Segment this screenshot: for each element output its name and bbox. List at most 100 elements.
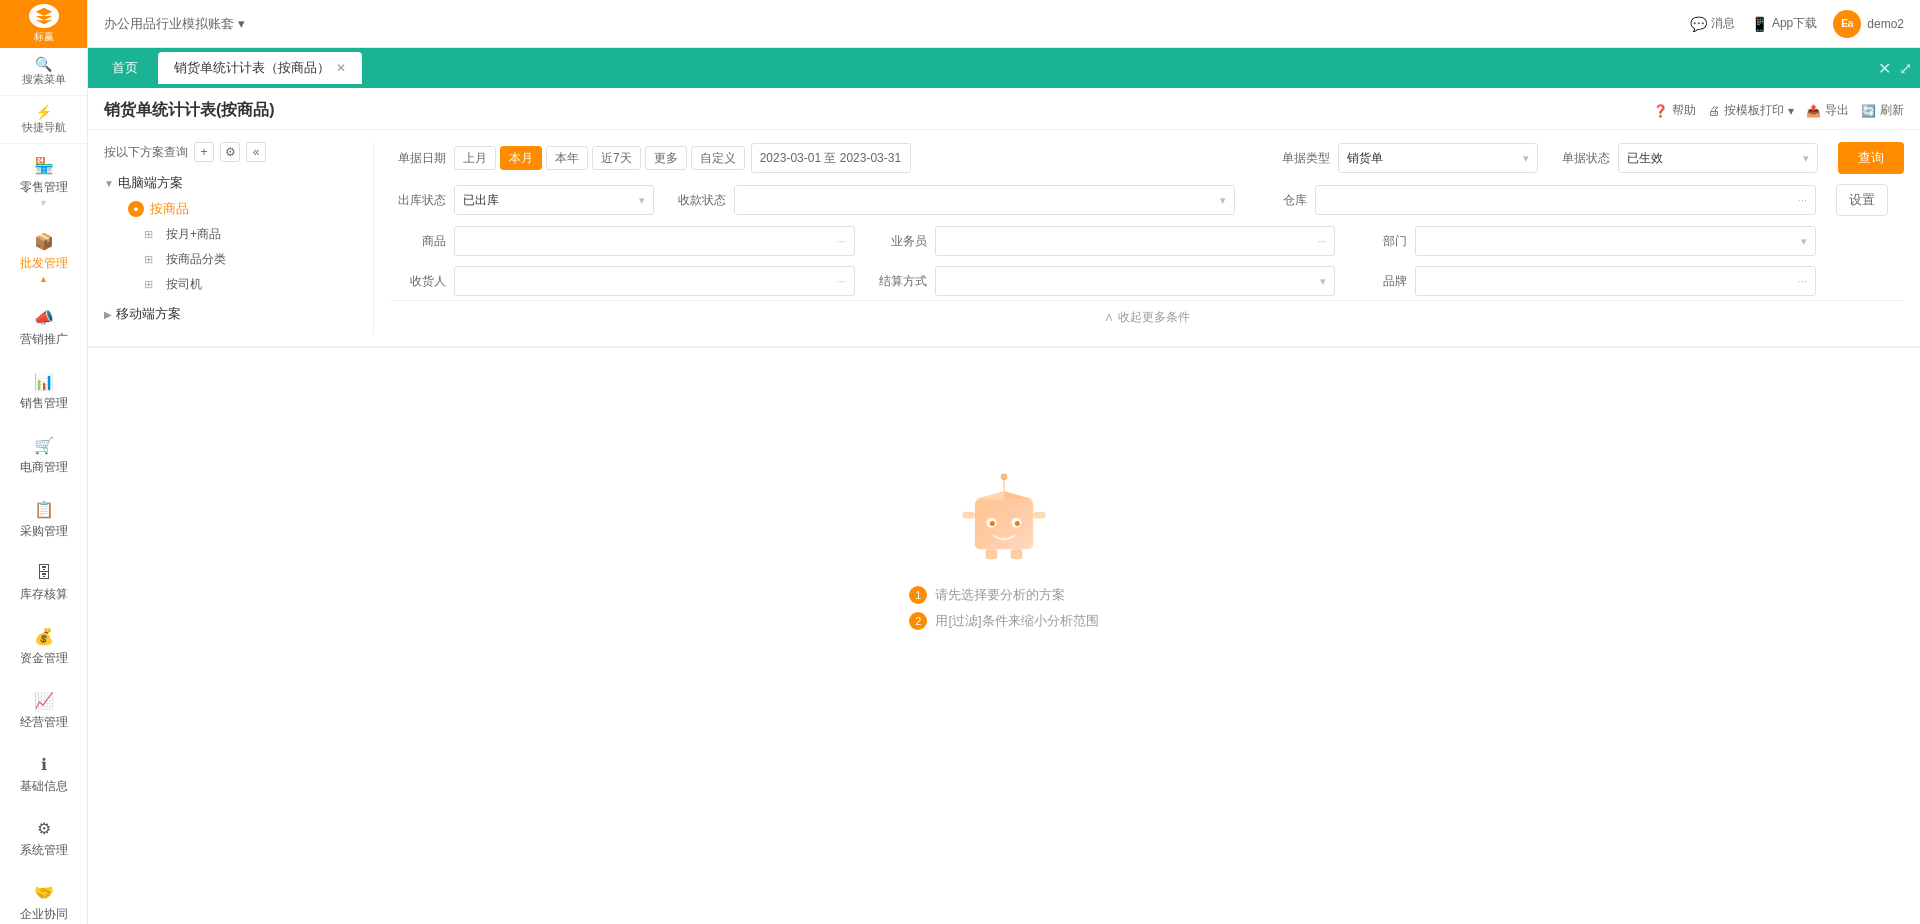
scheme-settings-btn[interactable]: ⚙: [220, 142, 240, 162]
sidebar-item-operation[interactable]: 📈 经营管理: [0, 679, 87, 743]
tab-close-stats[interactable]: ✕: [336, 61, 346, 75]
refresh-icon: 🔄: [1861, 104, 1876, 118]
message-icon: 💬: [1690, 16, 1707, 32]
doc-type-input[interactable]: 销货单 ▾: [1338, 143, 1538, 173]
scheme-tree: ▼ 电脑端方案 ● 按商品 ⊞ 按月+商品 ⊞: [104, 170, 361, 327]
tab-maximize-btn[interactable]: ⤢: [1899, 59, 1912, 78]
doc-status-dropdown-icon: ▾: [1803, 152, 1809, 165]
salesperson-more-icon: ···: [1317, 235, 1326, 247]
sales-icon: 📊: [34, 372, 54, 391]
subitem-icon-1: ⊞: [144, 228, 160, 241]
logo-text: 标赢: [34, 30, 54, 44]
filter-fields-panel: 单据日期 上月 本月 本年 近7天 更多 自定义 2023-: [374, 142, 1904, 334]
svg-rect-5: [986, 549, 998, 559]
tab-close-window-btn[interactable]: ✕: [1878, 59, 1891, 78]
scheme-item-by-driver[interactable]: ⊞ 按司机: [104, 272, 361, 297]
sidebar-item-retail[interactable]: 🏪 零售管理 ▼: [0, 144, 87, 220]
filter-row-2: 出库状态 已出库 ▾ 收款状态 ▾ 仓库 ···: [390, 184, 1904, 216]
scheme-group-mobile: ▶ 移动端方案: [104, 301, 361, 327]
page-content: 销货单统计计表(按商品) ❓ 帮助 🖨 按模板打印 ▾ 📤 导出 🔄 刷新: [88, 88, 1920, 924]
date-shortcuts: 上月 本月 本年 近7天 更多 自定义: [454, 146, 745, 170]
industry-title: 办公用品行业模拟账套 ▾: [104, 15, 245, 33]
tabbar: 首页 销货单统计计表（按商品） ✕ ✕ ⤢: [88, 48, 1920, 88]
receipt-status-label: 收款状态: [670, 192, 726, 209]
empty-tips: 1 请先选择要分析的方案 2 用[过滤]条件来缩小分析范围: [909, 586, 1098, 630]
scheme-item-by-month-product[interactable]: ⊞ 按月+商品: [104, 222, 361, 247]
sidebar-item-purchase[interactable]: 📋 采购管理: [0, 488, 87, 552]
settlement-input[interactable]: ▾: [935, 266, 1336, 296]
warehouse-label: 仓库: [1251, 192, 1307, 209]
page-actions: ❓ 帮助 🖨 按模板打印 ▾ 📤 导出 🔄 刷新: [1653, 102, 1904, 119]
tip-num-1: 1: [909, 586, 927, 604]
collab-icon: 🤝: [34, 883, 54, 902]
sidebar-item-marketing[interactable]: 📣 营销推广: [0, 296, 87, 360]
tab-home[interactable]: 首页: [96, 52, 154, 84]
warehouse-input[interactable]: ···: [1315, 185, 1816, 215]
empty-tip-1: 1 请先选择要分析的方案: [909, 586, 1098, 604]
sidebar-item-inventory[interactable]: 🗄 库存核算: [0, 552, 87, 615]
sidebar-search-menu[interactable]: 🔍 搜索菜单: [0, 48, 87, 96]
user-profile-btn[interactable]: Ea demo2: [1833, 10, 1904, 38]
mobile-group-caret: ▶: [104, 309, 112, 320]
export-icon: 📤: [1806, 104, 1821, 118]
sidebar-quick-nav[interactable]: ⚡ 快捷导航: [0, 96, 87, 144]
print-btn[interactable]: 🖨 按模板打印 ▾: [1708, 102, 1794, 119]
messages-btn[interactable]: 💬 消息: [1690, 15, 1735, 32]
svg-point-10: [1001, 474, 1008, 481]
out-status-input[interactable]: 已出库 ▾: [454, 185, 654, 215]
settings-btn[interactable]: 设置: [1836, 184, 1888, 216]
salesperson-label: 业务员: [871, 233, 927, 250]
date-value[interactable]: 2023-03-01 至 2023-03-31: [751, 143, 911, 173]
scheme-group-pc-header[interactable]: ▼ 电脑端方案: [104, 170, 361, 196]
collapse-conditions-btn[interactable]: ∧ 收起更多条件: [390, 300, 1904, 334]
date-shortcut-7days[interactable]: 近7天: [592, 146, 641, 170]
topbar: 办公用品行业模拟账套 ▾ 💬 消息 📱 App下载 Ea demo2: [88, 0, 1920, 48]
doc-status-input[interactable]: 已生效 ▾: [1618, 143, 1818, 173]
sidebar-item-wholesale[interactable]: 📦 批发管理 ▲: [0, 220, 87, 296]
refresh-btn[interactable]: 🔄 刷新: [1861, 102, 1904, 119]
scheme-group-mobile-header[interactable]: ▶ 移动端方案: [104, 301, 361, 327]
out-status-label: 出库状态: [390, 192, 446, 209]
date-shortcut-more[interactable]: 更多: [645, 146, 687, 170]
pc-group-caret: ▼: [104, 178, 114, 189]
date-shortcut-this-month[interactable]: 本月: [500, 146, 542, 170]
svg-rect-0: [975, 499, 1033, 549]
date-shortcut-last-month[interactable]: 上月: [454, 146, 496, 170]
receipt-status-input[interactable]: ▾: [734, 185, 1235, 215]
query-btn[interactable]: 查询: [1838, 142, 1904, 174]
topbar-right: 💬 消息 📱 App下载 Ea demo2: [1690, 10, 1904, 38]
help-btn[interactable]: ❓ 帮助: [1653, 102, 1696, 119]
sidebar-item-finance[interactable]: 💰 资金管理: [0, 615, 87, 679]
sidebar-item-ecommerce[interactable]: 🛒 电商管理: [0, 424, 87, 488]
empty-illustration: [954, 466, 1054, 566]
date-shortcut-custom[interactable]: 自定义: [691, 146, 745, 170]
print-dropdown-icon: ▾: [1788, 104, 1794, 118]
scheme-add-btn[interactable]: +: [194, 142, 214, 162]
sidebar-item-collab[interactable]: 🤝 企业协同: [0, 871, 87, 924]
sidebar-menu: 🏪 零售管理 ▼ 📦 批发管理 ▲ 📣 营销推广 📊 销售管理 🛒 电商管理 📋…: [0, 144, 87, 924]
scheme-item-by-product[interactable]: ● 按商品: [104, 196, 361, 222]
product-input[interactable]: ···: [454, 226, 855, 256]
brand-input[interactable]: ···: [1415, 266, 1816, 296]
sidebar-item-basic[interactable]: ℹ 基础信息: [0, 743, 87, 807]
export-btn[interactable]: 📤 导出: [1806, 102, 1849, 119]
department-input[interactable]: ▾: [1415, 226, 1816, 256]
ecommerce-icon: 🛒: [34, 436, 54, 455]
date-label: 单据日期: [390, 150, 446, 167]
logo-icon: [29, 4, 59, 28]
scheme-group-pc: ▼ 电脑端方案 ● 按商品 ⊞ 按月+商品 ⊞: [104, 170, 361, 297]
receiver-label: 收货人: [390, 273, 446, 290]
doc-type-dropdown-icon: ▾: [1523, 152, 1529, 165]
tab-stats[interactable]: 销货单统计计表（按商品） ✕: [158, 52, 362, 84]
sidebar-item-system[interactable]: ⚙ 系统管理: [0, 807, 87, 871]
sidebar-item-sales[interactable]: 📊 销售管理: [0, 360, 87, 424]
sidebar-logo: 标赢: [0, 0, 87, 48]
app-download-btn[interactable]: 📱 App下载: [1751, 15, 1817, 32]
salesperson-input[interactable]: ···: [935, 226, 1336, 256]
receiver-input[interactable]: ···: [454, 266, 855, 296]
scheme-item-by-category[interactable]: ⊞ 按商品分类: [104, 247, 361, 272]
product-more-icon: ···: [837, 235, 846, 247]
scheme-collapse-btn[interactable]: «: [246, 142, 266, 162]
date-shortcut-this-year[interactable]: 本年: [546, 146, 588, 170]
avatar: Ea: [1833, 10, 1861, 38]
